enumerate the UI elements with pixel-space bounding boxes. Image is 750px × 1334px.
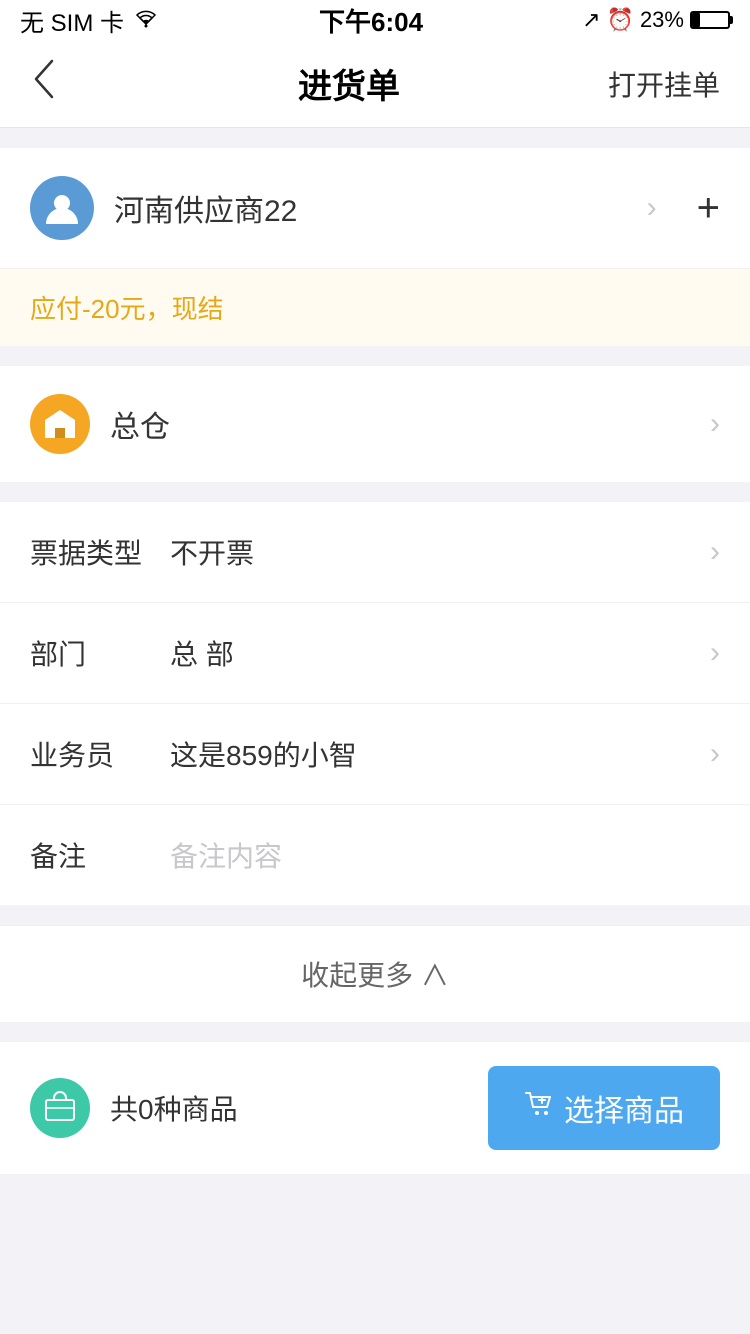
status-time: 下午6:04 <box>319 2 423 39</box>
sales-value: 这是859的小智 <box>170 734 700 774</box>
department-label: 部门 <box>30 633 170 673</box>
section-gap-1 <box>0 128 750 148</box>
carrier-text: 无 SIM 卡 <box>20 3 124 38</box>
nav-bar: 进货单 打开挂单 <box>0 40 750 128</box>
status-bar: 无 SIM 卡 下午6:04 ↗ ⏰ 23% <box>0 0 750 40</box>
department-value: 总 部 <box>170 633 700 673</box>
select-cart-icon <box>524 1091 554 1125</box>
select-product-label: 选择商品 <box>564 1086 684 1130</box>
remark-row[interactable]: 备注 备注内容 <box>0 805 750 905</box>
sales-chevron-icon: › <box>710 737 720 771</box>
select-product-button[interactable]: 选择商品 <box>488 1066 720 1150</box>
supplier-row[interactable]: 河南供应商22 › + <box>0 148 750 269</box>
warehouse-name: 总仓 <box>110 402 710 446</box>
invoice-label: 票据类型 <box>30 532 170 572</box>
product-count: 共0种商品 <box>110 1088 468 1128</box>
status-left: 无 SIM 卡 <box>20 3 160 38</box>
invoice-row[interactable]: 票据类型 不开票 › <box>0 502 750 603</box>
product-icon <box>30 1078 90 1138</box>
invoice-chevron-icon: › <box>710 535 720 569</box>
warehouse-icon <box>30 394 90 454</box>
back-button[interactable] <box>30 57 90 111</box>
bottom-bar: 共0种商品 选择商品 <box>0 1042 750 1174</box>
supplier-name: 河南供应商22 <box>114 186 647 230</box>
wifi-icon <box>132 6 160 35</box>
form-section: 票据类型 不开票 › 部门 总 部 › 业务员 这是859的小智 › 备注 备注… <box>0 502 750 905</box>
location-icon: ↗ <box>582 7 600 33</box>
collapse-text: 收起更多 ∧ <box>301 954 449 994</box>
supplier-avatar <box>30 176 94 240</box>
notice-banner: 应付-20元，现结 <box>0 269 750 346</box>
remark-label: 备注 <box>30 835 170 875</box>
status-right: ↗ ⏰ 23% <box>582 7 730 33</box>
supplier-section: 河南供应商22 › + 应付-20元，现结 <box>0 148 750 346</box>
open-pending-button[interactable]: 打开挂单 <box>608 64 720 104</box>
alarm-icon: ⏰ <box>607 7 634 33</box>
supplier-chevron-icon: › <box>647 191 657 225</box>
remark-input[interactable]: 备注内容 <box>170 835 720 875</box>
notice-text: 应付-20元，现结 <box>30 294 224 324</box>
collapse-button[interactable]: 收起更多 ∧ <box>0 925 750 1022</box>
sales-label: 业务员 <box>30 734 170 774</box>
warehouse-section[interactable]: 总仓 › <box>0 366 750 482</box>
department-chevron-icon: › <box>710 636 720 670</box>
warehouse-chevron-icon: › <box>710 407 720 441</box>
department-row[interactable]: 部门 总 部 › <box>0 603 750 704</box>
add-supplier-button[interactable]: + <box>697 186 720 231</box>
battery-percent: 23% <box>640 7 684 33</box>
battery-icon <box>690 11 730 29</box>
sales-row[interactable]: 业务员 这是859的小智 › <box>0 704 750 805</box>
invoice-value: 不开票 <box>170 532 700 572</box>
page-title: 进货单 <box>298 59 400 108</box>
